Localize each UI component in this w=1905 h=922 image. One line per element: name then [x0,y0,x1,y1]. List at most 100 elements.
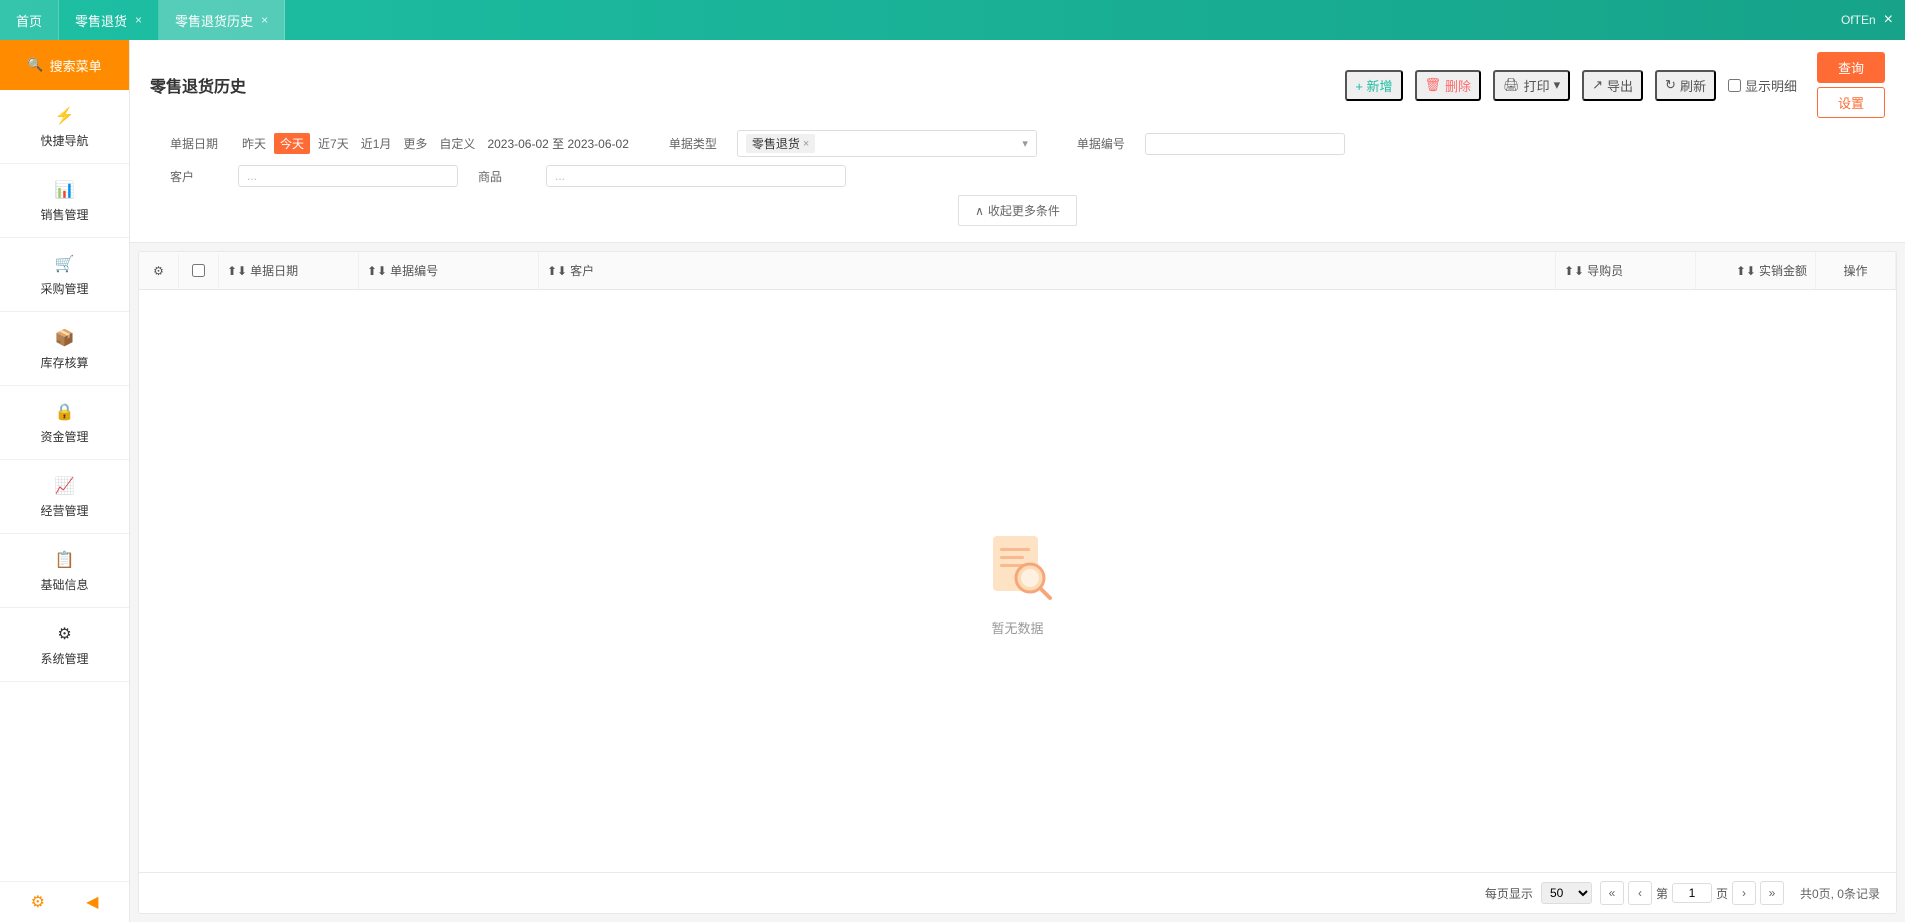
delete-button[interactable]: 🗑 删除 [1415,70,1482,101]
collapse-sidebar-icon[interactable]: ◀ [86,892,98,912]
bill-number-input[interactable] [1145,133,1345,155]
sidebar-item-quick-nav[interactable]: ⚡ 快捷导航 [0,90,129,164]
sidebar-item-finance[interactable]: 🔒 资金管理 [0,386,129,460]
th-customer[interactable]: ⬆⬇ 客户 [539,252,1556,289]
collapse-filter-btn[interactable]: ∧ 收起更多条件 [958,195,1077,226]
th-billno[interactable]: ⬆⬇ 单据编号 [359,252,539,289]
date-opt-more[interactable]: 更多 [399,133,431,154]
export-button[interactable]: ↗ 导出 [1582,70,1643,101]
print-button[interactable]: 🖨 打印 ▾ [1493,70,1570,101]
sidebar-search[interactable]: 🔍 搜索菜单 [0,40,129,90]
bill-type-tag-close[interactable]: × [803,138,809,150]
th-amount-text: 实销金额 [1759,262,1807,279]
th-checkbox[interactable] [179,254,219,287]
window-close-icon[interactable]: × [1884,11,1893,29]
sidebar-item-label-system: 系统管理 [40,650,88,667]
th-customer-label: ⬆⬇ [547,264,567,278]
tab-retail-return[interactable]: 零售退货 × [59,0,159,40]
th-date-text: 单据日期 [250,262,298,279]
date-opt-custom[interactable]: 自定义 [435,133,479,154]
date-opt-1month[interactable]: 近1月 [357,133,396,154]
th-customer-text: 客户 [570,262,594,279]
show-detail-checkbox[interactable] [1728,79,1741,92]
page-nav: « ‹ 第 页 › » [1600,881,1784,905]
date-opt-today[interactable]: 今天 [274,133,310,154]
customer-label: 客户 [170,168,230,185]
customer-input[interactable]: ... [238,165,458,187]
sidebar-item-purchase[interactable]: 🛒 采购管理 [0,238,129,312]
tab-home[interactable]: 首页 [0,0,59,40]
sidebar-search-label: 搜索菜单 [50,56,102,75]
sidebar-item-basic-info[interactable]: 📋 基础信息 [0,534,129,608]
purchase-icon: 🛒 [53,252,77,276]
goods-input[interactable]: ... [546,165,846,187]
bill-number-label: 单据编号 [1077,135,1137,152]
th-date[interactable]: ⬆⬇ 单据日期 [219,252,359,289]
th-settings[interactable]: ⚙ [139,254,179,288]
sidebar-item-sales[interactable]: 📊 销售管理 [0,164,129,238]
content-area: 零售退货历史 + 新增 🗑 删除 🖨 打印 ▾ ↗ 导出 [130,40,1905,922]
th-guide-text: 导购员 [1587,262,1623,279]
th-date-label: ⬆⬇ [227,264,247,278]
bill-type-select[interactable]: 零售退货 × ▾ [737,130,1037,157]
th-action-text: 操作 [1843,262,1867,279]
sidebar-item-operations[interactable]: 📈 经营管理 [0,460,129,534]
th-billno-label: ⬆⬇ [367,264,387,278]
export-icon: ↗ [1592,77,1603,93]
sidebar-item-label-quick-nav: 快捷导航 [40,132,88,149]
query-button[interactable]: 查询 [1817,52,1885,83]
per-page-label: 每页显示 [1485,885,1533,902]
sidebar-item-label-finance: 资金管理 [40,428,88,445]
tab-bar: 首页 零售退货 × 零售退货历史 × [0,0,1841,40]
page-title: 零售退货历史 [150,73,246,97]
customer-placeholder: ... [247,169,449,183]
goods-label: 商品 [478,168,538,185]
sidebar-item-inventory[interactable]: 📦 库存核算 [0,312,129,386]
date-range-display: 2023-06-02 至 2023-06-02 [487,135,628,152]
pagination: 每页显示 10 20 50 100 « ‹ 第 页 › » 共0页, 0条记录 [139,872,1896,913]
search-icon: 🔍 [27,57,43,73]
filter-row-2: 客户 ... 商品 ... [170,165,1865,187]
retail-return-history-tab-label: 零售退货历史 [175,11,253,30]
retail-return-tab-label: 零售退货 [75,11,127,30]
main-layout: 🔍 搜索菜单 ⚡ 快捷导航 📊 销售管理 🛒 采购管理 📦 库存核算 🔒 资金管… [0,40,1905,922]
date-opt-7days[interactable]: 近7天 [314,133,353,154]
page-input[interactable] [1672,883,1712,903]
often-label: OfTEn [1841,13,1876,27]
new-button[interactable]: + 新增 [1345,70,1402,101]
tab-retail-return-history[interactable]: 零售退货历史 × [159,0,285,40]
pagination-summary: 共0页, 0条记录 [1800,885,1880,902]
refresh-button[interactable]: ↻ 刷新 [1655,70,1716,101]
bill-type-arrow: ▾ [1022,137,1028,150]
inventory-icon: 📦 [53,326,77,350]
page-title-row: 零售退货历史 + 新增 🗑 删除 🖨 打印 ▾ ↗ 导出 [150,52,1885,118]
page-prev-btn[interactable]: ‹ [1628,881,1652,905]
print-dropdown-icon: ▾ [1554,77,1561,93]
date-opt-yesterday[interactable]: 昨天 [238,133,270,154]
date-filter-label: 单据日期 [170,135,230,152]
show-detail-check[interactable]: 显示明细 [1728,76,1797,95]
page-next-btn[interactable]: › [1732,881,1756,905]
select-all-checkbox[interactable] [192,264,205,277]
settings-bottom-icon[interactable]: ⚙ [31,892,45,912]
basic-info-icon: 📋 [53,548,77,572]
top-bar-right: OfTEn × [1841,0,1905,40]
sidebar-item-label-sales: 销售管理 [40,206,88,223]
sidebar: 🔍 搜索菜单 ⚡ 快捷导航 📊 销售管理 🛒 采购管理 📦 库存核算 🔒 资金管… [0,40,130,922]
delete-icon: 🗑 [1425,77,1442,93]
sidebar-item-label-purchase: 采购管理 [40,280,88,297]
retail-return-history-tab-close[interactable]: × [261,13,268,27]
retail-return-tab-close[interactable]: × [135,13,142,27]
page-last-btn[interactable]: » [1760,881,1784,905]
th-guide[interactable]: ⬆⬇ 导购员 [1556,252,1696,289]
th-amount[interactable]: ⬆⬇ 实销金额 [1696,252,1816,289]
page-first-btn[interactable]: « [1600,881,1624,905]
empty-illustration [978,526,1058,606]
settings-button[interactable]: 设置 [1817,87,1885,118]
table-header: ⚙ ⬆⬇ 单据日期 ⬆⬇ 单据编号 ⬆⬇ 客户 ⬆⬇ [139,252,1896,290]
top-bar: 首页 零售退货 × 零售退货历史 × OfTEn × [0,0,1905,40]
delete-label: 删除 [1445,76,1471,95]
table-area: ⚙ ⬆⬇ 单据日期 ⬆⬇ 单据编号 ⬆⬇ 客户 ⬆⬇ [138,251,1897,914]
sidebar-item-system[interactable]: ⚙ 系统管理 [0,608,129,682]
per-page-select[interactable]: 10 20 50 100 [1541,882,1592,904]
